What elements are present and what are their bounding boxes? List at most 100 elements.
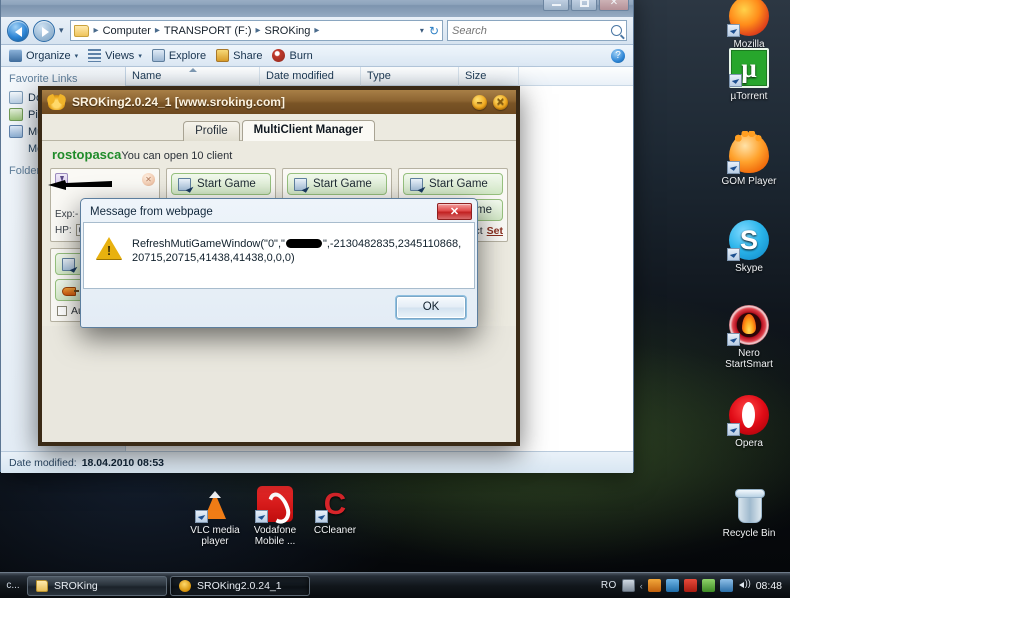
forward-button[interactable]: [33, 19, 55, 42]
sroking-minimize-button[interactable]: –: [472, 94, 487, 110]
username-label: rostopasca: [52, 147, 122, 162]
shortcut-overlay-icon: [727, 161, 740, 174]
tray-icon-utorrent[interactable]: [647, 579, 661, 592]
chevron-down-icon: ▾: [138, 52, 142, 60]
download-icon[interactable]: [55, 173, 68, 186]
address-dropdown-caret-icon[interactable]: ▾: [420, 26, 424, 35]
search-input[interactable]: [452, 24, 611, 37]
dialog-body: RefreshMutiGameWindow("0","",-2130482835…: [83, 222, 475, 289]
breadcrumb-transport-drive[interactable]: TRANSPORT (F:): [162, 24, 254, 38]
search-box[interactable]: [447, 20, 627, 41]
webpage-message-dialog[interactable]: Message from webpage ✕ RefreshMutiGameWi…: [80, 198, 478, 328]
taskbar-button-label: SROKing2.0.24_1: [197, 579, 282, 592]
toolbar-burn-button[interactable]: Burn: [272, 49, 313, 62]
tray-icon-antivirus[interactable]: [683, 579, 697, 592]
desktop-icon-vlc[interactable]: VLC media player: [183, 486, 247, 547]
folder-icon: [36, 579, 48, 592]
desktop-icon-gom-player[interactable]: GOM Player: [708, 131, 790, 187]
column-header-type[interactable]: Type: [361, 66, 459, 86]
breadcrumb-separator: ▸: [154, 25, 160, 36]
keyboard-icon[interactable]: [621, 579, 635, 592]
clock[interactable]: 08:48: [756, 580, 782, 592]
desktop-icon-label: µTorrent: [730, 91, 768, 102]
toolbar-explore-button[interactable]: Explore: [151, 49, 207, 62]
language-indicator[interactable]: RO: [601, 580, 617, 591]
show-hidden-icons-caret-icon[interactable]: ‹: [640, 581, 643, 591]
close-button[interactable]: ✕: [599, 0, 629, 11]
toolbar-share-button[interactable]: Share: [216, 49, 262, 62]
tab-multiclient-manager[interactable]: MultiClient Manager: [241, 120, 375, 141]
minimize-button[interactable]: [543, 0, 569, 11]
dialog-titlebar[interactable]: Message from webpage ✕: [83, 201, 475, 222]
pictures-icon: [9, 108, 23, 121]
toolbar-views-button[interactable]: Views ▾: [88, 49, 142, 62]
close-icon: ✕: [609, 0, 619, 8]
dialog-message-part1: RefreshMutiGameWindow("0",": [132, 238, 285, 250]
desktop-icon-nero-startsmart[interactable]: Nero StartSmart: [708, 305, 790, 370]
views-icon: [88, 49, 102, 62]
start-game-label: Start Game: [313, 178, 372, 190]
desktop-icon-opera[interactable]: Opera: [708, 395, 790, 449]
desktop-icon-label: StartSmart: [725, 359, 773, 370]
column-header-date-modified[interactable]: Date modified: [260, 66, 361, 86]
recycle-bin-icon: [729, 485, 769, 525]
auto-connect-set-link[interactable]: Set: [487, 225, 503, 237]
start-game-button[interactable]: Start Game: [403, 173, 503, 195]
folder-icon: [73, 24, 89, 37]
desktop-icon-vodafone-mobile[interactable]: Vodafone Mobile ...: [243, 486, 307, 547]
refresh-icon[interactable]: ↻: [429, 24, 439, 38]
desktop-icon-label: Recycle Bin: [722, 528, 776, 539]
explorer-navigation-bar: ▾ ▸ Computer ▸ TRANSPORT (F:) ▸ SROKing …: [1, 17, 633, 45]
shortcut-overlay-icon: [255, 510, 268, 523]
file-list-column-headers: Name Date modified Type Size: [126, 66, 633, 86]
breadcrumb-separator: ▸: [255, 25, 261, 36]
toolbar-organize-button[interactable]: Organize ▾: [9, 49, 78, 62]
start-game-button[interactable]: Start Game: [287, 173, 387, 195]
address-bar[interactable]: ▸ Computer ▸ TRANSPORT (F:) ▸ SROKing ▸ …: [69, 20, 443, 41]
column-header-name[interactable]: Name: [126, 66, 260, 86]
volume-icon[interactable]: [738, 578, 751, 592]
column-header-size[interactable]: Size: [459, 66, 519, 86]
taskbar[interactable]: c... SROKing SROKing2.0.24_1 RO ‹ 08:48: [0, 572, 790, 598]
desktop-icon-label: Opera: [735, 438, 763, 449]
ok-button[interactable]: OK: [396, 295, 466, 319]
explorer-toolbar: Organize ▾ Views ▾ Explore Share Burn ?: [1, 45, 633, 67]
desktop-icon-column: Mozilla Firefox µTorrent GOM Player: [708, 0, 790, 572]
explore-icon: [151, 49, 165, 62]
desktop-icon-utorrent[interactable]: µTorrent: [708, 48, 790, 102]
explorer-titlebar[interactable]: ✕: [1, 0, 633, 17]
vlc-icon: [195, 486, 233, 523]
close-client-icon[interactable]: [142, 173, 155, 186]
sroking-titlebar[interactable]: SROKing2.0.24_1 [www.sroking.com] – ✕: [42, 90, 516, 114]
desktop-icon-ccleaner[interactable]: CCleaner: [303, 486, 367, 536]
sroking-user-bar: rostopascaYou can open 10 client: [42, 141, 516, 164]
maximize-button[interactable]: [571, 0, 597, 11]
sroking-close-button[interactable]: ✕: [493, 94, 508, 110]
back-button[interactable]: [7, 19, 29, 42]
shortcut-overlay-icon: [727, 333, 740, 346]
desktop-icon-skype[interactable]: Skype: [708, 220, 790, 274]
right-blank-area: [790, 0, 1024, 640]
minimize-icon: –: [476, 96, 483, 108]
network-icon[interactable]: [719, 579, 733, 592]
tab-profile[interactable]: Profile: [183, 121, 240, 141]
dialog-message-text: RefreshMutiGameWindow("0"," ",-2130482835…: [132, 236, 464, 265]
desktop-icon-recycle-bin[interactable]: Recycle Bin: [708, 485, 790, 539]
taskbar-button-sroking-folder[interactable]: SROKing: [27, 575, 167, 596]
tray-icon-app[interactable]: [665, 579, 679, 592]
start-game-button[interactable]: Start Game: [171, 173, 271, 195]
recent-pages-caret-icon[interactable]: ▾: [59, 25, 64, 36]
breadcrumb-computer[interactable]: Computer: [101, 24, 153, 38]
breadcrumb-sroking[interactable]: SROKing: [263, 24, 313, 38]
desktop-icon-label: Vodafone: [253, 525, 297, 536]
help-icon[interactable]: ?: [611, 48, 625, 63]
toolbar-explore-label: Explore: [168, 49, 207, 62]
taskbar-left-edge[interactable]: c...: [2, 575, 24, 597]
skype-icon: [727, 220, 769, 261]
auto-connect-checkbox[interactable]: [57, 306, 67, 316]
warning-icon: [96, 236, 122, 260]
explorer-status-bar: Date modified: 18.04.2010 08:53: [1, 451, 633, 473]
tray-icon-updates[interactable]: [701, 579, 715, 592]
taskbar-button-sroking-app[interactable]: SROKing2.0.24_1: [170, 575, 310, 596]
dialog-close-button[interactable]: ✕: [437, 203, 472, 220]
